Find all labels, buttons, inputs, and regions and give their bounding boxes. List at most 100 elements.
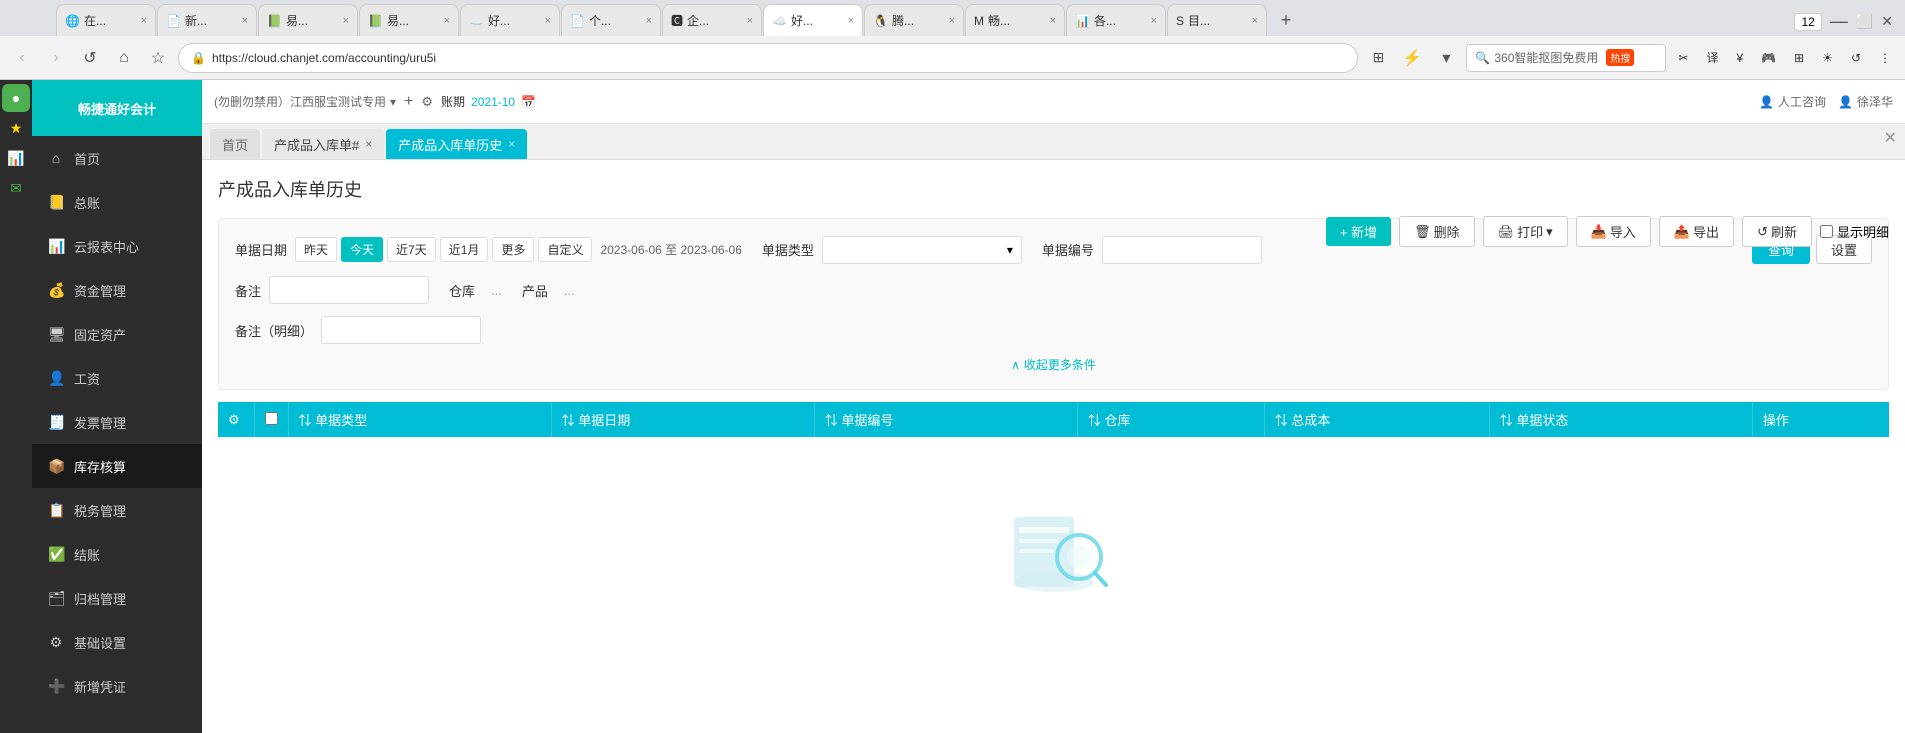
th-checkbox[interactable] (254, 402, 288, 437)
sidebar-label-home: 首页 (74, 149, 100, 168)
sidebar-item-home[interactable]: ⌂首页 (32, 136, 202, 180)
history-tool[interactable]: ↺ (1845, 44, 1867, 72)
settings-icon[interactable]: ⚙ (421, 94, 433, 110)
browser-tab-t10[interactable]: M畅...× (965, 4, 1065, 36)
sidebar-item-report[interactable]: 📊云报表中心 (32, 224, 202, 268)
number-input[interactable] (1102, 236, 1262, 264)
translate-tool[interactable]: 译 (1700, 44, 1724, 72)
help-btn[interactable]: 👤 人工咨询 (1759, 93, 1826, 110)
import-btn[interactable]: 📥导入 (1576, 216, 1651, 247)
page-tab-history[interactable]: 产成品入库单历史 × (386, 129, 527, 159)
calendar-icon[interactable]: 📅 (521, 95, 536, 109)
back-btn[interactable]: ‹ (8, 44, 36, 72)
minimize-btn[interactable]: — (1830, 11, 1848, 32)
home-btn[interactable]: ⌂ (110, 44, 138, 72)
export-btn[interactable]: 📤导出 (1659, 216, 1734, 247)
print-btn[interactable]: 🖨打印▾ (1483, 216, 1568, 247)
add-btn[interactable]: + (404, 93, 413, 111)
date-today[interactable]: 今天 (341, 237, 383, 262)
sidebar-item-settings[interactable]: ⚙基础设置 (32, 620, 202, 664)
browser-tab-t12[interactable]: S目...× (1167, 4, 1267, 36)
forward-btn[interactable]: › (42, 44, 70, 72)
date-7days[interactable]: 近7天 (387, 237, 436, 262)
refresh-action-btn[interactable]: ↺刷新 (1742, 216, 1812, 247)
page-tab-list-close[interactable]: × (365, 137, 372, 151)
select-all-checkbox[interactable] (265, 412, 278, 425)
browser-tab-t5[interactable]: ☁️好...× (460, 4, 560, 36)
refresh-btn[interactable]: ↺ (76, 44, 104, 72)
grid-tool[interactable]: ⊞ (1788, 44, 1810, 72)
browser-tab-t2[interactable]: 📄新...× (157, 4, 257, 36)
sidebar-label-checkout: 结账 (74, 545, 100, 564)
new-btn[interactable]: + 新增 (1326, 217, 1391, 246)
th-number[interactable]: ⇅ 单据编号 (814, 402, 1077, 437)
scissors-tool[interactable]: ✂ (1672, 44, 1694, 72)
browser-tab-t3[interactable]: 📗易...× (258, 4, 358, 36)
delete-btn[interactable]: 🗑删除 (1399, 216, 1475, 247)
extensions-btn[interactable]: ⊞ (1364, 44, 1392, 72)
sidebar-item-archive[interactable]: 🗂归档管理 (32, 576, 202, 620)
logo-text: 畅捷通好会计 (78, 99, 156, 118)
sidebar-item-salary[interactable]: 👤工资 (32, 356, 202, 400)
note-input[interactable] (269, 276, 429, 304)
th-type[interactable]: ⇅ 单据类型 (288, 402, 551, 437)
restore-btn[interactable]: ⬜ (1856, 13, 1873, 30)
sidebar-item-assets[interactable]: 🖥固定资产 (32, 312, 202, 356)
browser-tab-t4[interactable]: 📗易...× (359, 4, 459, 36)
display-checkbox[interactable] (1820, 225, 1833, 238)
search-bar[interactable]: 🔍 360智能抠图免费用 热搜 (1466, 44, 1666, 72)
user-avatar[interactable]: 👤 徐泽华 (1838, 93, 1893, 110)
browser-tab-t8[interactable]: ☁️好...× (763, 4, 863, 36)
page-tab-history-close[interactable]: × (508, 137, 515, 151)
tab-panel-close-btn[interactable]: ✕ (1884, 128, 1897, 148)
app-icon-chart[interactable]: 📊 (2, 144, 30, 172)
th-gear[interactable]: ⚙ (218, 402, 254, 437)
sidebar-item-tax[interactable]: 📋税务管理 (32, 488, 202, 532)
tab-count-badge: 12 (1794, 13, 1821, 31)
browser-window: 🌐在...×📄新...×📗易...×📗易...×☁️好...×📄个...×🅲企.… (0, 0, 1905, 733)
note-detail-input[interactable] (321, 316, 481, 344)
app-icon-360[interactable]: ● (2, 84, 30, 112)
page-tab-list[interactable]: 产成品入库单# × (262, 129, 384, 159)
lightning-btn[interactable]: ⚡ (1398, 44, 1426, 72)
sidebar-icon-tax: 📋 (48, 502, 64, 519)
bookmark-btn[interactable]: ☆ (144, 44, 172, 72)
address-dropdown[interactable]: ▾ (1432, 44, 1460, 72)
close-btn[interactable]: ✕ (1881, 13, 1893, 30)
sidebar-item-newvoucher[interactable]: ➕新增凭证 (32, 664, 202, 708)
date-more[interactable]: 更多 (492, 237, 534, 262)
browser-tab-t1[interactable]: 🌐在...× (56, 4, 156, 36)
app-icon-star[interactable]: ★ (2, 114, 30, 142)
company-selector[interactable]: (勿删勿禁用）江西服宝测试专用 ▾ (214, 93, 396, 110)
date-custom[interactable]: 自定义 (538, 237, 592, 262)
type-select[interactable]: ▾ (822, 236, 1022, 264)
page-tab-home[interactable]: 首页 (210, 129, 260, 159)
more-tool[interactable]: ⋮ (1873, 44, 1897, 72)
app-icon-mail[interactable]: ✉ (2, 174, 30, 202)
browser-tab-t9[interactable]: 🐧腾...× (864, 4, 964, 36)
refresh-icon: ↺ (1757, 224, 1768, 240)
collapse-btn[interactable]: ∧ 收起更多条件 (235, 356, 1872, 373)
display-toggle[interactable]: 显示明细 (1820, 222, 1889, 241)
game-tool[interactable]: 🎮 (1755, 44, 1782, 72)
search-placeholder: 360智能抠图免费用 (1494, 49, 1598, 66)
browser-tab-t6[interactable]: 📄个...× (561, 4, 661, 36)
browser-tab-t11[interactable]: 📊各...× (1066, 4, 1166, 36)
sidebar-item-invoice[interactable]: 🧾发票管理 (32, 400, 202, 444)
sidebar-item-inventory[interactable]: 📦库存核算 (32, 444, 202, 488)
new-tab-btn[interactable]: + (1271, 4, 1301, 36)
th-cost[interactable]: ⇅ 总成本 (1264, 402, 1489, 437)
sidebar-item-checkout[interactable]: ✅结账 (32, 532, 202, 576)
sidebar-item-ledger[interactable]: 📒总账 (32, 180, 202, 224)
theme-tool[interactable]: ☀ (1816, 44, 1839, 72)
sidebar-item-funds[interactable]: 💰资金管理 (32, 268, 202, 312)
th-date[interactable]: ⇅ 单据日期 (551, 402, 814, 437)
th-status[interactable]: ⇅ 单据状态 (1489, 402, 1752, 437)
yuan-tool[interactable]: ¥ (1730, 44, 1749, 72)
address-input[interactable]: 🔒 https://cloud.chanjet.com/accounting/u… (178, 43, 1358, 73)
date-1month[interactable]: 近1月 (440, 237, 489, 262)
display-label: 显示明细 (1837, 222, 1889, 241)
th-warehouse[interactable]: ⇅ 仓库 (1077, 402, 1264, 437)
date-yesterday[interactable]: 昨天 (295, 237, 337, 262)
browser-tab-t7[interactable]: 🅲企...× (662, 4, 762, 36)
